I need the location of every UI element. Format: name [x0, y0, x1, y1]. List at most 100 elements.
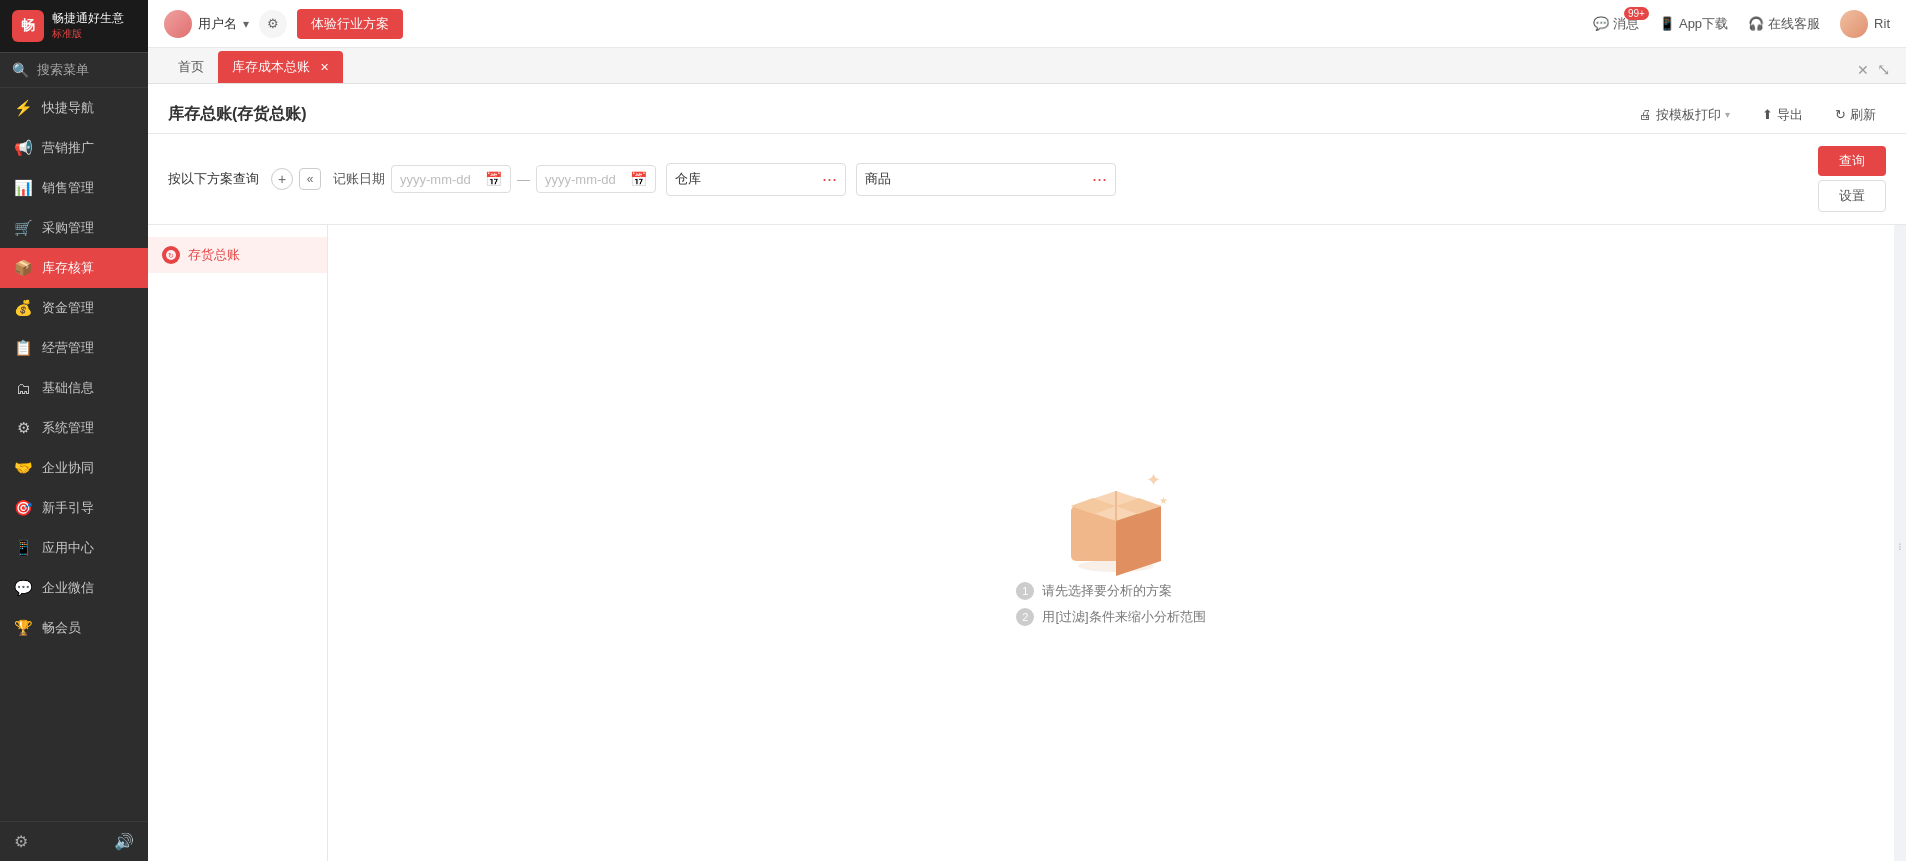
sidebar: 畅 畅捷通好生意 标准版 🔍 搜索菜单 ⚡ 快捷导航 📢 营销推广 📊 销售管理…: [0, 0, 148, 861]
goods-more-icon[interactable]: ···: [1092, 169, 1107, 190]
sidebar-label-sales: 销售管理: [42, 179, 94, 197]
tab-close-icon[interactable]: ✕: [320, 61, 329, 73]
app-version: 标准版: [52, 27, 124, 41]
hint-text-1: 请先选择要分析的方案: [1042, 582, 1172, 600]
calendar-end-icon[interactable]: 📅: [630, 171, 647, 187]
tab-inventory-ledger-label: 库存成本总账: [232, 59, 310, 74]
topbar-user-right[interactable]: Rit: [1840, 10, 1890, 38]
sidebar-bottom: ⚙ 🔊: [0, 821, 148, 861]
filter-fields: 记账日期 yyyy-mm-dd 📅 — yyyy-mm-dd 📅 仓库 ···: [333, 163, 1806, 196]
page-header: 库存总账(存货总账) 🖨 按模板打印 ▾ ⬆ 导出 ↻ 刷新: [148, 84, 1906, 134]
sidebar-label-inventory: 库存核算: [42, 259, 94, 277]
phone-icon: 📱: [1659, 16, 1675, 31]
print-template-button[interactable]: 🖨 按模板打印 ▾: [1629, 100, 1740, 130]
topbar-settings-button[interactable]: ⚙: [259, 10, 287, 38]
topbar: 用户名 ▾ ⚙ 体验行业方案 💬 消息 99+ 📱 App下载 🎧 在线客服: [148, 0, 1906, 48]
app-name: 畅捷通好生意: [52, 11, 124, 27]
tab-home-label: 首页: [178, 59, 204, 74]
warehouse-select[interactable]: 仓库 ···: [666, 163, 846, 196]
sidebar-label-marketing: 营销推广: [42, 139, 94, 157]
sidebar-item-finance[interactable]: 💰 资金管理: [0, 288, 148, 328]
sales-icon: 📊: [14, 179, 32, 197]
scheme-item-inventory-total[interactable]: ↻ 存货总账: [148, 237, 327, 273]
system-icon: ⚙: [14, 419, 32, 437]
online-service-button[interactable]: 🎧 在线客服: [1748, 15, 1820, 33]
scheme-icon: ↻: [162, 246, 180, 264]
sidebar-label-quick-nav: 快捷导航: [42, 99, 94, 117]
date-field-label: 记账日期: [333, 170, 385, 188]
sidebar-label-app-center: 应用中心: [42, 539, 94, 557]
page-content: 库存总账(存货总账) 🖨 按模板打印 ▾ ⬆ 导出 ↻ 刷新 按以下方案查询: [148, 84, 1906, 861]
filter-collapse-button[interactable]: «: [299, 168, 321, 190]
sidebar-label-newbie: 新手引导: [42, 499, 94, 517]
topbar-dropdown-icon[interactable]: ▾: [243, 17, 249, 31]
sidebar-item-operation[interactable]: 📋 经营管理: [0, 328, 148, 368]
sidebar-item-quick-nav[interactable]: ⚡ 快捷导航: [0, 88, 148, 128]
sidebar-item-system[interactable]: ⚙ 系统管理: [0, 408, 148, 448]
audio-bottom-btn[interactable]: 🔊: [114, 832, 134, 851]
sidebar-item-wechat[interactable]: 💬 企业微信: [0, 568, 148, 608]
sidebar-item-newbie[interactable]: 🎯 新手引导: [0, 488, 148, 528]
inventory-icon: 📦: [14, 259, 32, 277]
message-badge: 99+: [1624, 7, 1649, 20]
sidebar-label-purchase: 采购管理: [42, 219, 94, 237]
filter-add-buttons: + «: [271, 168, 321, 190]
service-icon: 🎧: [1748, 16, 1764, 31]
warehouse-label: 仓库: [675, 170, 701, 188]
hint-num-2: 2: [1016, 608, 1034, 626]
sidebar-item-base[interactable]: 🗂 基础信息: [0, 368, 148, 408]
export-button[interactable]: ⬆ 导出: [1752, 100, 1813, 130]
search-icon: 🔍: [12, 62, 29, 78]
sidebar-item-app-center[interactable]: 📱 应用中心: [0, 528, 148, 568]
refresh-label: 刷新: [1850, 106, 1876, 124]
empty-state: ✦ ★ 1 请先选择要分析的方案 2 用[过滤]条件来缩小分析范围: [1016, 466, 1205, 626]
settings-button[interactable]: 设置: [1818, 180, 1886, 212]
sidebar-item-sales[interactable]: 📊 销售管理: [0, 168, 148, 208]
message-button[interactable]: 💬 消息 99+: [1593, 15, 1639, 33]
filter-add-button[interactable]: +: [271, 168, 293, 190]
tab-close-right-icon[interactable]: ✕: [1857, 62, 1869, 78]
sidebar-search-label: 搜索菜单: [37, 61, 89, 79]
app-logo-icon: 畅: [12, 10, 44, 42]
settings-bottom-btn[interactable]: ⚙: [14, 832, 28, 851]
svg-text:★: ★: [1159, 495, 1168, 506]
member-icon: 🏆: [14, 619, 32, 637]
user-avatar-right: [1840, 10, 1868, 38]
app-download-button[interactable]: 📱 App下载: [1659, 15, 1728, 33]
topbar-avatar: [164, 10, 192, 38]
topbar-user-area[interactable]: 用户名 ▾: [164, 10, 249, 38]
finance-icon: 💰: [14, 299, 32, 317]
tab-expand-icon[interactable]: ⤡: [1877, 60, 1890, 79]
export-label: 导出: [1777, 106, 1803, 124]
empty-hint-1: 1 请先选择要分析的方案: [1016, 582, 1205, 600]
empty-hint-2: 2 用[过滤]条件来缩小分析范围: [1016, 608, 1205, 626]
refresh-button[interactable]: ↻ 刷新: [1825, 100, 1886, 130]
sidebar-item-inventory[interactable]: 📦 库存核算: [0, 248, 148, 288]
sidebar-item-enterprise[interactable]: 🤝 企业协同: [0, 448, 148, 488]
online-service-label: 在线客服: [1768, 15, 1820, 33]
calendar-start-icon[interactable]: 📅: [485, 171, 502, 187]
filter-action-buttons: 查询 设置: [1818, 146, 1886, 212]
sidebar-item-purchase[interactable]: 🛒 采购管理: [0, 208, 148, 248]
date-start-placeholder: yyyy-mm-dd: [400, 172, 471, 187]
trial-industry-button[interactable]: 体验行业方案: [297, 9, 403, 39]
app-download-label: App下载: [1679, 15, 1728, 33]
sidebar-label-wechat: 企业微信: [42, 579, 94, 597]
warehouse-more-icon[interactable]: ···: [822, 169, 837, 190]
enterprise-icon: 🤝: [14, 459, 32, 477]
goods-select[interactable]: 商品 ···: [856, 163, 1116, 196]
date-end-input[interactable]: yyyy-mm-dd 📅: [536, 165, 656, 193]
tab-home[interactable]: 首页: [164, 51, 218, 83]
page-header-right: 🖨 按模板打印 ▾ ⬆ 导出 ↻ 刷新: [1629, 100, 1886, 130]
sidebar-item-member[interactable]: 🏆 畅会员: [0, 608, 148, 648]
print-template-label: 按模板打印: [1656, 106, 1721, 124]
date-start-input[interactable]: yyyy-mm-dd 📅: [391, 165, 511, 193]
sidebar-item-marketing[interactable]: 📢 营销推广: [0, 128, 148, 168]
export-icon: ⬆: [1762, 107, 1773, 122]
purchase-icon: 🛒: [14, 219, 32, 237]
tab-inventory-ledger[interactable]: 库存成本总账 ✕: [218, 51, 343, 83]
query-button[interactable]: 查询: [1818, 146, 1886, 176]
right-panel-handle[interactable]: ···: [1894, 225, 1906, 861]
sidebar-search[interactable]: 🔍 搜索菜单: [0, 53, 148, 88]
topbar-gear-icon: ⚙: [267, 16, 279, 31]
